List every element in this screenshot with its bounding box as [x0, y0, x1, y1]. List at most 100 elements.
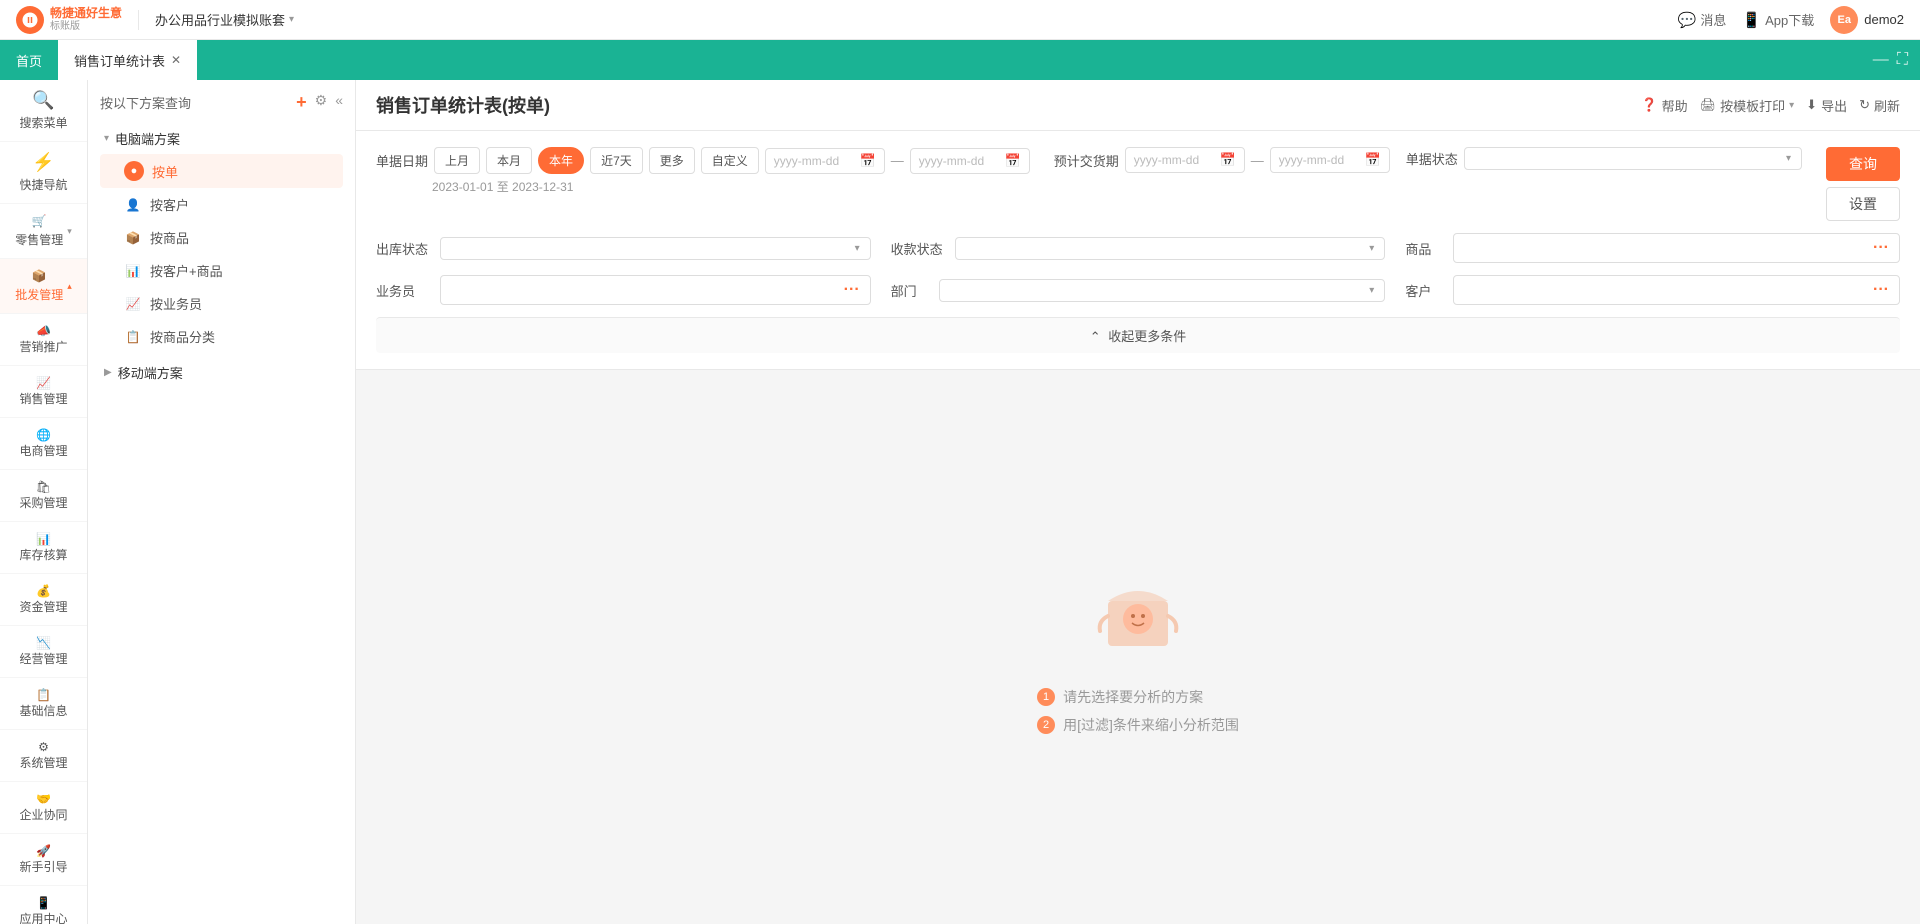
sidebar-item-shortcut[interactable]: ⚡ 快捷导航 [0, 142, 87, 204]
sidebar-item-operations[interactable]: 📉 经营管理 [0, 626, 87, 678]
sidebar-item-retail[interactable]: 🛒 零售管理 ▾ [0, 204, 87, 259]
data-area: 1 请先选择要分析的方案 2 用[过滤]条件来缩小分析范围 [356, 370, 1920, 924]
message-icon: 💬 [1678, 11, 1697, 29]
tab-home[interactable]: 首页 [0, 40, 58, 80]
sidebar-label-enterprise: 企业协同 [19, 806, 67, 823]
sidebar-label-ecommerce: 电商管理 [19, 442, 67, 459]
scheme-by-category-label: 按商品分类 [150, 327, 215, 346]
department-select[interactable]: ▾ [939, 279, 1386, 302]
cust-prod-scheme-icon: 📊 [124, 262, 142, 280]
ship-status-cell: 出库状态 ▾ [376, 233, 871, 263]
filter-row-1: 单据日期 上月 本月 本年 近7天 更多 自定义 yyyy-mm-dd 📅 — [376, 147, 1900, 221]
tab-sales-stat[interactable]: 销售订单统计表 ✕ [58, 40, 197, 80]
sidebar-item-sales-mgmt[interactable]: 📈 销售管理 [0, 366, 87, 418]
inventory-icon: 📊 [36, 532, 51, 546]
page-header-actions: ❓ 帮助 🖨 按模板打印 ▾ ⬇ 导出 ↻ 刷新 [1641, 96, 1900, 115]
salesperson-input[interactable]: ··· [440, 275, 871, 305]
message-btn[interactable]: 💬 消息 [1678, 10, 1727, 29]
goods-label: 商品 [1405, 239, 1445, 258]
date-btn-7days[interactable]: 近7天 [590, 147, 643, 174]
app-download-btn[interactable]: 📱 App下载 [1742, 10, 1814, 29]
sidebar-label-marketing: 营销推广 [19, 338, 67, 355]
date-btn-more[interactable]: 更多 [649, 147, 695, 174]
help-btn[interactable]: ❓ 帮助 [1641, 96, 1687, 115]
scheme-item-by-product[interactable]: 📦 按商品 [100, 221, 343, 254]
sidebar-label-wholesale: 批发管理 [15, 286, 63, 303]
scheme-group-pc-header[interactable]: ▾ 电脑端方案 [100, 123, 343, 154]
scheme-item-by-category[interactable]: 📋 按商品分类 [100, 320, 343, 353]
step-2-text: 用[过滤]条件来缩小分析范围 [1063, 715, 1239, 735]
date-end-input[interactable]: yyyy-mm-dd 📅 [910, 148, 1030, 174]
logo-text: 畅捷通好生意 标账版 [50, 6, 122, 32]
user-menu[interactable]: Ea demo2 [1830, 6, 1904, 34]
scheme-group-mobile-header[interactable]: ▶ 移动端方案 [100, 357, 343, 388]
date-start-input[interactable]: yyyy-mm-dd 📅 [765, 148, 885, 174]
sidebar-item-purchase[interactable]: 🛍 采购管理 [0, 470, 87, 522]
date-btn-custom[interactable]: 自定义 [701, 147, 759, 174]
date-label: 单据日期 [376, 151, 428, 170]
filter-area: 单据日期 上月 本月 本年 近7天 更多 自定义 yyyy-mm-dd 📅 — [356, 131, 1920, 370]
app-download-label: App下载 [1765, 10, 1814, 29]
sidebar-item-guide[interactable]: 🚀 新手引导 [0, 834, 87, 886]
ship-status-arrow: ▾ [855, 243, 860, 254]
add-scheme-btn[interactable]: + [296, 92, 307, 113]
sidebar-label-system: 系统管理 [19, 754, 67, 771]
user-name: demo2 [1864, 12, 1904, 27]
customer-label: 客户 [1405, 281, 1445, 300]
scheme-item-by-salesperson[interactable]: 📈 按业务员 [100, 287, 343, 320]
sidebar-item-search[interactable]: 🔍 搜索菜单 [0, 80, 87, 142]
customer-more-btn[interactable]: ··· [1873, 281, 1889, 299]
ship-status-select[interactable]: ▾ [440, 237, 871, 260]
date-btn-this-month[interactable]: 本月 [486, 147, 532, 174]
export-btn[interactable]: ⬇ 导出 [1806, 96, 1847, 115]
exp-cal-icon: 📅 [1220, 152, 1236, 168]
date-range-hint: 2023-01-01 至 2023-12-31 [376, 178, 1030, 195]
payment-status-cell: 收款状态 ▾ [891, 233, 1386, 263]
sidebar-item-app-center[interactable]: 📱 应用中心 [0, 886, 87, 924]
query-button[interactable]: 查询 [1826, 147, 1900, 181]
sidebar-item-wholesale[interactable]: 📦 批发管理 ▴ [0, 259, 87, 314]
goods-more-btn[interactable]: ··· [1873, 239, 1889, 257]
company-select[interactable]: 办公用品行业模拟账套 ▾ [155, 10, 294, 29]
sidebar-item-system[interactable]: ⚙ 系统管理 [0, 730, 87, 782]
scheme-item-by-customer[interactable]: 👤 按客户 [100, 188, 343, 221]
step-1-text: 请先选择要分析的方案 [1063, 687, 1203, 707]
print-dropdown-arrow: ▾ [1789, 100, 1794, 111]
date-btn-last-month[interactable]: 上月 [434, 147, 480, 174]
product-scheme-icon: 📦 [124, 229, 142, 247]
template-print-btn[interactable]: 🖨 按模板打印 ▾ [1700, 96, 1795, 115]
customer-input[interactable]: ··· [1453, 275, 1900, 305]
expected-date-end[interactable]: yyyy-mm-dd 📅 [1270, 147, 1390, 173]
date-btn-this-year[interactable]: 本年 [538, 147, 584, 174]
refresh-btn[interactable]: ↻ 刷新 [1859, 96, 1900, 115]
goods-input[interactable]: ··· [1453, 233, 1900, 263]
collapse-filter-btn[interactable]: ⌃ 收起更多条件 [376, 317, 1900, 353]
sales-stat-tab-label: 销售订单统计表 [74, 51, 165, 70]
collapse-panel-btn[interactable]: « [335, 92, 343, 113]
sidebar-item-ecommerce[interactable]: 🌐 电商管理 [0, 418, 87, 470]
scheme-item-by-order[interactable]: ● 按单 [100, 154, 343, 188]
settings-scheme-btn[interactable]: ⚙ [315, 92, 328, 113]
template-print-label: 按模板打印 [1720, 96, 1785, 115]
left-panel-header: 按以下方案查询 + ⚙ « [100, 92, 343, 113]
home-tab-label: 首页 [16, 51, 42, 70]
sidebar-item-finance[interactable]: 💰 资金管理 [0, 574, 87, 626]
sidebar-item-basic[interactable]: 📋 基础信息 [0, 678, 87, 730]
exp-end-placeholder: yyyy-mm-dd [1279, 153, 1344, 167]
salesperson-more-btn[interactable]: ··· [844, 281, 860, 299]
expected-date-start[interactable]: yyyy-mm-dd 📅 [1125, 147, 1245, 173]
doc-status-select[interactable]: ▾ [1464, 147, 1802, 170]
reset-button[interactable]: 设置 [1826, 187, 1900, 221]
logo-icon [16, 6, 44, 34]
maximize-btn[interactable]: ⛶ [1897, 51, 1908, 69]
payment-status-select[interactable]: ▾ [955, 237, 1386, 260]
doc-status-group: 单据状态 ▾ [1406, 147, 1802, 170]
tab-close-btn[interactable]: ✕ [171, 53, 181, 67]
empty-step-1: 1 请先选择要分析的方案 [1037, 687, 1239, 707]
scheme-item-by-cust-prod[interactable]: 📊 按客户+商品 [100, 254, 343, 287]
sidebar-item-inventory[interactable]: 📊 库存核算 [0, 522, 87, 574]
sidebar-item-marketing[interactable]: 📣 营销推广 [0, 314, 87, 366]
sidebar-item-enterprise[interactable]: 🤝 企业协同 [0, 782, 87, 834]
minimize-btn[interactable]: — [1873, 51, 1889, 69]
salesperson-scheme-icon: 📈 [124, 295, 142, 313]
